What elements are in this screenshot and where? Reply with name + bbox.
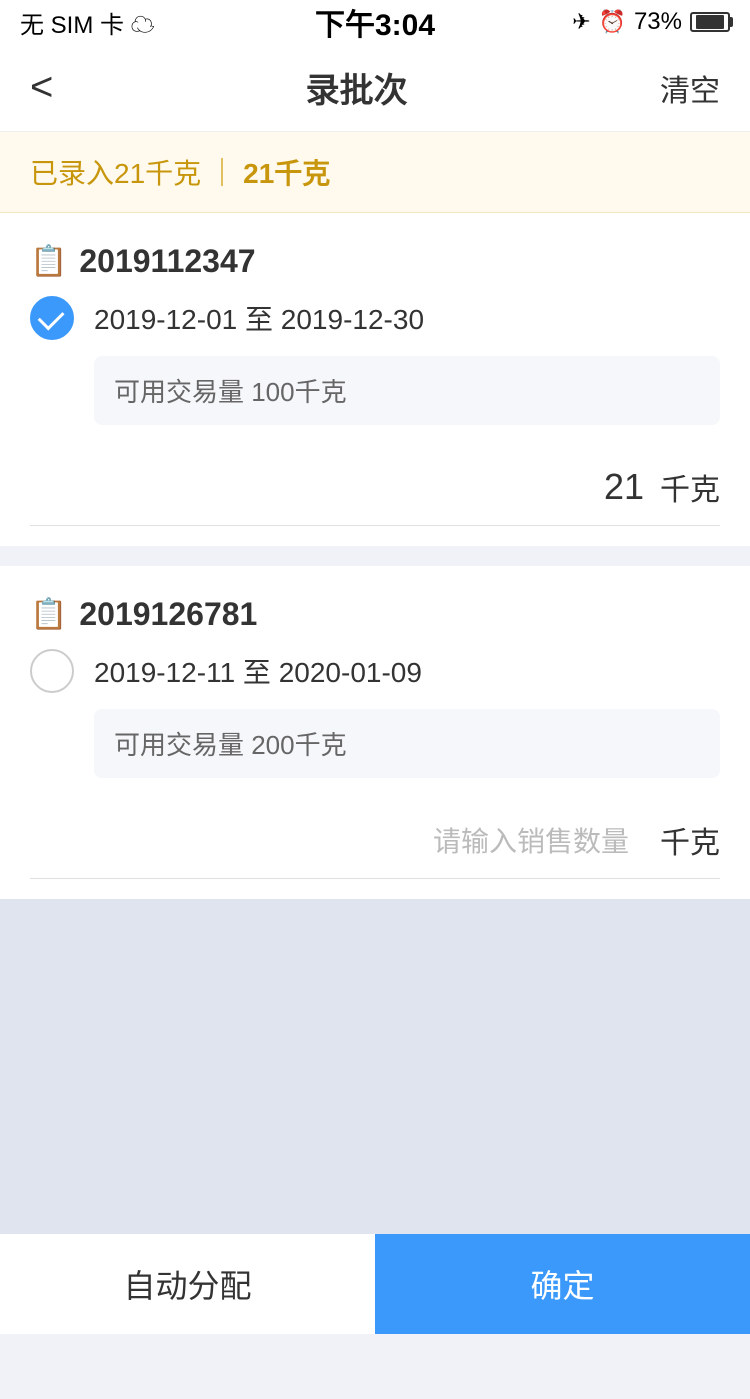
batch-item-2: 📋 2019126781 2019-12-11 至 2020-01-09 可用交… bbox=[0, 566, 750, 899]
batch-1-quantity-row: 21 千克 bbox=[0, 445, 750, 509]
status-bar: 无 SIM 卡 ☁ 下午3:04 ✈ ⏰ 73% bbox=[0, 0, 750, 44]
batch-1-date: 2019-12-01 至 2019-12-30 bbox=[94, 298, 424, 338]
batch-1-id: 2019112347 bbox=[79, 243, 255, 280]
confirm-button[interactable]: 确定 bbox=[375, 1234, 750, 1334]
batch-2-input-unit: 千克 bbox=[660, 818, 720, 862]
batch-2-input-row: 千克 bbox=[0, 798, 750, 862]
batch-2-quantity-input[interactable] bbox=[344, 822, 644, 859]
status-time: 下午3:04 bbox=[315, 0, 435, 44]
batch-2-radio[interactable] bbox=[30, 649, 74, 693]
batch-2-date: 2019-12-11 至 2020-01-09 bbox=[94, 651, 422, 691]
page-title: 录批次 bbox=[306, 63, 408, 112]
batch-1-radio[interactable] bbox=[30, 296, 74, 340]
batch-2-header: 📋 2019126781 bbox=[30, 596, 720, 633]
banner-divider bbox=[221, 158, 223, 186]
battery-icon bbox=[690, 12, 730, 32]
location-icon: ✈ bbox=[572, 9, 590, 35]
status-right: ✈ ⏰ 73% bbox=[572, 8, 730, 36]
content-area: 📋 2019112347 2019-12-01 至 2019-12-30 可用交… bbox=[0, 213, 750, 1399]
batch-2-row[interactable]: 2019-12-11 至 2020-01-09 bbox=[30, 649, 720, 693]
auto-distribute-button[interactable]: 自动分配 bbox=[0, 1234, 375, 1334]
info-banner: 已录入21千克 21千克 bbox=[0, 132, 750, 213]
status-left: 无 SIM 卡 ☁ bbox=[20, 5, 155, 40]
batch-1-quantity-value: 21 bbox=[604, 466, 644, 508]
recorded-label: 已录入21千克 bbox=[30, 152, 201, 192]
battery-percent: 73% bbox=[634, 8, 682, 36]
batch-1-header: 📋 2019112347 bbox=[30, 243, 720, 280]
batch-1-quota: 可用交易量 100千克 bbox=[94, 356, 720, 425]
batch-1-quantity-unit: 千克 bbox=[660, 465, 720, 509]
batch-1-icon: 📋 bbox=[30, 244, 67, 279]
nav-bar: < 录批次 清空 bbox=[0, 44, 750, 132]
batch-item-1: 📋 2019112347 2019-12-01 至 2019-12-30 可用交… bbox=[0, 213, 750, 546]
recorded-value: 21千克 bbox=[243, 152, 330, 192]
sim-status: 无 SIM 卡 ☁ bbox=[20, 5, 155, 40]
batch-2-icon: 📋 bbox=[30, 597, 67, 632]
alarm-icon: ⏰ bbox=[599, 9, 626, 35]
clear-button[interactable]: 清空 bbox=[660, 66, 720, 110]
bottom-bar: 自动分配 确定 bbox=[0, 1234, 750, 1334]
back-button[interactable]: < bbox=[30, 65, 53, 110]
batch-2-quota: 可用交易量 200千克 bbox=[94, 709, 720, 778]
batch-1-row[interactable]: 2019-12-01 至 2019-12-30 bbox=[30, 296, 720, 340]
batch-2-id: 2019126781 bbox=[79, 596, 257, 633]
section-separator bbox=[0, 546, 750, 566]
